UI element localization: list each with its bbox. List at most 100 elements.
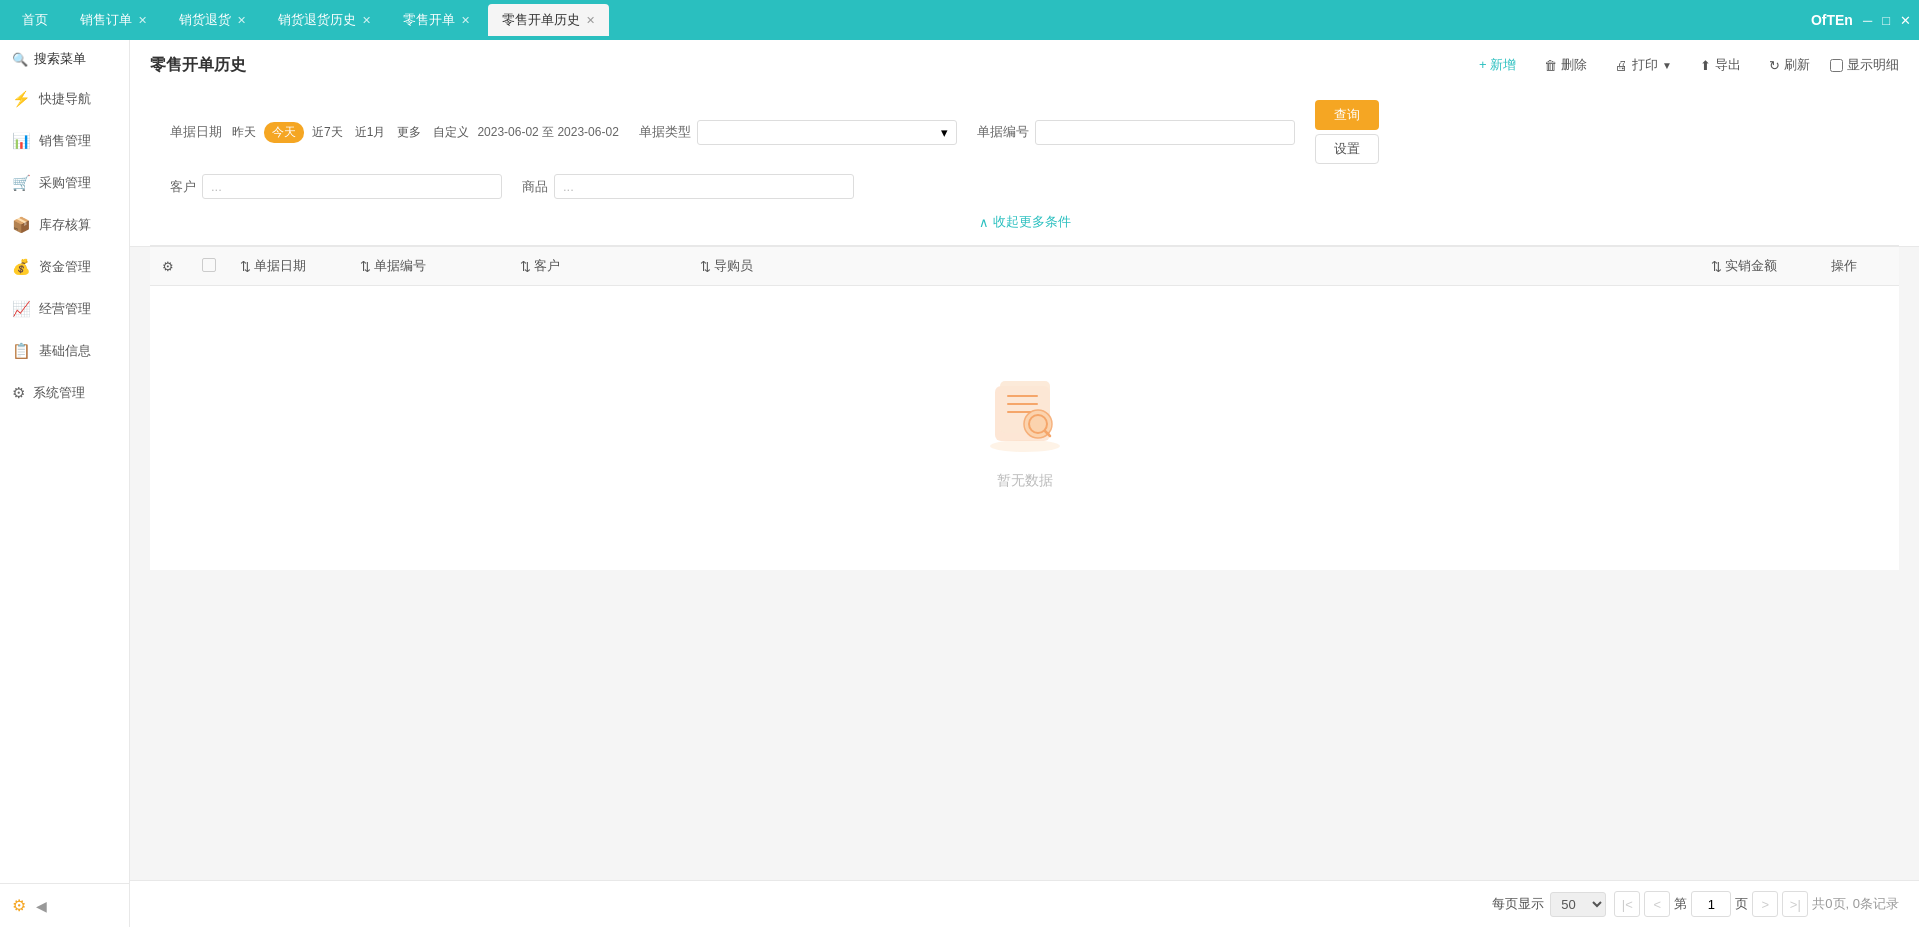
sidebar-icon-inventory: 📦 xyxy=(12,216,31,234)
col-action-label: 操作 xyxy=(1831,258,1857,273)
date-btn-3[interactable]: 近1月 xyxy=(351,122,390,143)
col-amount-label: 实销金额 xyxy=(1725,257,1777,275)
sidebar-label-quick-nav: 快捷导航 xyxy=(39,90,91,108)
sidebar-item-quick-nav[interactable]: ⚡快捷导航 xyxy=(0,78,129,120)
col-guide[interactable]: ⇅导购员 xyxy=(688,247,808,286)
tab-label-sales-return-history: 销货退货历史 xyxy=(278,11,356,29)
tab-close-sales-order[interactable]: ✕ xyxy=(138,14,147,27)
col-date[interactable]: ⇅单据日期 xyxy=(228,247,348,286)
page-prefix: 第 xyxy=(1674,895,1687,913)
data-table: ⚙ ⇅单据日期 ⇅单据编号 ⇅客户 xyxy=(150,247,1899,570)
query-button[interactable]: 查询 xyxy=(1315,100,1379,130)
sidebar-label-sales-mgmt: 销售管理 xyxy=(39,132,91,150)
date-filter: 单据日期 昨天今天近7天近1月更多自定义2023-06-02 至 2023-06… xyxy=(170,122,619,143)
display-detail-toggle[interactable]: 显示明细 xyxy=(1830,56,1899,74)
delete-label: 删除 xyxy=(1561,56,1587,74)
select-all-checkbox[interactable] xyxy=(202,258,216,272)
collapse-sidebar-icon[interactable]: ◀ xyxy=(36,898,47,914)
sidebar-icon-purchase-mgmt: 🛒 xyxy=(12,174,31,192)
tab-close-retail-open[interactable]: ✕ xyxy=(461,14,470,27)
setting-button[interactable]: 设置 xyxy=(1315,134,1379,164)
settings-icon[interactable]: ⚙ xyxy=(12,896,26,915)
sidebar-item-finance[interactable]: 💰资金管理 xyxy=(0,246,129,288)
tab-label-sales-order: 销售订单 xyxy=(80,11,132,29)
sidebar-bottom: ⚙ ◀ xyxy=(0,883,129,927)
sidebar-item-sys-mgmt[interactable]: ⚙系统管理 xyxy=(0,372,129,414)
sidebar-icon-sys-mgmt: ⚙ xyxy=(12,384,25,402)
date-shortcuts: 昨天今天近7天近1月更多自定义2023-06-02 至 2023-06-02 xyxy=(228,122,619,143)
table-header-row: ⚙ ⇅单据日期 ⇅单据编号 ⇅客户 xyxy=(150,247,1899,286)
tab-bar-right: OfTEn ─ □ ✕ xyxy=(1811,12,1911,28)
pagination: 每页显示 50 10 20 100 |< < 第 页 > >| 共0页, 0条记… xyxy=(130,880,1919,927)
date-btn-5[interactable]: 自定义 xyxy=(429,122,473,143)
tab-sales-return-history[interactable]: 销货退货历史 ✕ xyxy=(264,4,385,36)
content-area: 零售开单历史 + 新增 🗑 删除 🖨 打印 ▼ ⬆ xyxy=(130,40,1919,927)
docnumber-label: 单据编号 xyxy=(977,123,1029,141)
sidebar-icon-sales-mgmt: 📊 xyxy=(12,132,31,150)
date-btn-1[interactable]: 今天 xyxy=(264,122,304,143)
sidebar: 🔍 搜索菜单 ⚡快捷导航 📊 销售管理 🛒采购管理📦库存核算💰资金管理📈经营管理📋基础… xyxy=(0,40,130,927)
sidebar-item-inventory[interactable]: 📦库存核算 xyxy=(0,204,129,246)
window-maximize[interactable]: □ xyxy=(1882,13,1890,28)
window-minimize[interactable]: ─ xyxy=(1863,13,1872,28)
docnumber-filter: 单据编号 xyxy=(977,120,1295,145)
page-number-input[interactable] xyxy=(1691,891,1731,917)
export-icon: ⬆ xyxy=(1700,58,1711,73)
prev-page-btn[interactable]: < xyxy=(1644,891,1670,917)
tab-sales-return[interactable]: 销货退货✕ xyxy=(165,4,260,36)
sidebar-item-sales-mgmt[interactable]: 📊 销售管理 xyxy=(0,120,129,162)
col-date-label: 单据日期 xyxy=(254,257,306,275)
col-check[interactable] xyxy=(190,247,228,286)
empty-row: 暂无数据 xyxy=(150,286,1899,571)
tab-close-sales-return-history[interactable]: ✕ xyxy=(362,14,371,27)
date-btn-4[interactable]: 更多 xyxy=(393,122,425,143)
tab-close-retail-open-history[interactable]: ✕ xyxy=(586,14,595,27)
sidebar-search-label: 搜索菜单 xyxy=(34,50,86,68)
last-page-btn[interactable]: >| xyxy=(1782,891,1808,917)
tab-retail-open[interactable]: 零售开单✕ xyxy=(389,4,484,36)
col-customer[interactable]: ⇅客户 xyxy=(508,247,688,286)
tab-home[interactable]: 首页 xyxy=(8,4,62,36)
doctype-select[interactable]: ▾ xyxy=(697,120,957,145)
print-icon: 🖨 xyxy=(1615,58,1628,73)
empty-icon xyxy=(975,366,1075,456)
page-header: 零售开单历史 + 新增 🗑 删除 🖨 打印 ▼ ⬆ xyxy=(130,40,1919,247)
collapse-more-btn[interactable]: ∧ 收起更多条件 xyxy=(170,209,1879,235)
export-button[interactable]: ⬆ 导出 xyxy=(1692,52,1749,78)
sidebar-item-operation[interactable]: 📈经营管理 xyxy=(0,288,129,330)
tab-sales-order[interactable]: 销售订单 ✕ xyxy=(66,4,161,36)
customer-select[interactable]: ... xyxy=(202,174,502,199)
print-label: 打印 xyxy=(1632,56,1658,74)
sidebar-item-base-info[interactable]: 📋基础信息 xyxy=(0,330,129,372)
per-page-select[interactable]: 50 10 20 100 xyxy=(1550,892,1606,917)
tab-close-sales-return[interactable]: ✕ xyxy=(237,14,246,27)
col-settings-icon[interactable]: ⚙ xyxy=(162,259,174,274)
add-button[interactable]: + 新增 xyxy=(1471,52,1524,78)
date-btn-2[interactable]: 近7天 xyxy=(308,122,347,143)
docnumber-input[interactable] xyxy=(1035,120,1295,145)
date-btn-0[interactable]: 昨天 xyxy=(228,122,260,143)
next-page-btn[interactable]: > xyxy=(1752,891,1778,917)
filter-row-2: 客户 ... 商品 ... xyxy=(170,174,1879,199)
col-amount[interactable]: ⇅实销金额 xyxy=(1699,247,1819,286)
first-page-btn[interactable]: |< xyxy=(1614,891,1640,917)
tab-retail-open-history[interactable]: 零售开单历史✕ xyxy=(488,4,609,36)
sidebar-icon-operation: 📈 xyxy=(12,300,31,318)
sidebar-item-purchase-mgmt[interactable]: 🛒采购管理 xyxy=(0,162,129,204)
product-select[interactable]: ... xyxy=(554,174,854,199)
page-title: 零售开单历史 xyxy=(150,55,246,76)
display-detail-checkbox[interactable] xyxy=(1830,59,1843,72)
window-close[interactable]: ✕ xyxy=(1900,13,1911,28)
print-button[interactable]: 🖨 打印 ▼ xyxy=(1607,52,1680,78)
doctype-filter: 单据类型 ▾ xyxy=(639,120,957,145)
refresh-button[interactable]: ↻ 刷新 xyxy=(1761,52,1818,78)
col-number[interactable]: ⇅单据编号 xyxy=(348,247,508,286)
customer-label: 客户 xyxy=(170,178,196,196)
delete-button[interactable]: 🗑 删除 xyxy=(1536,52,1595,78)
customer-placeholder: ... xyxy=(211,179,222,194)
table-wrapper: ⚙ ⇅单据日期 ⇅单据编号 ⇅客户 xyxy=(130,247,1919,880)
sidebar-search[interactable]: 🔍 搜索菜单 xyxy=(0,40,129,78)
col-expand xyxy=(808,247,1699,286)
sort-icon-4: ⇅ xyxy=(700,259,711,274)
col-settings[interactable]: ⚙ xyxy=(150,247,190,286)
